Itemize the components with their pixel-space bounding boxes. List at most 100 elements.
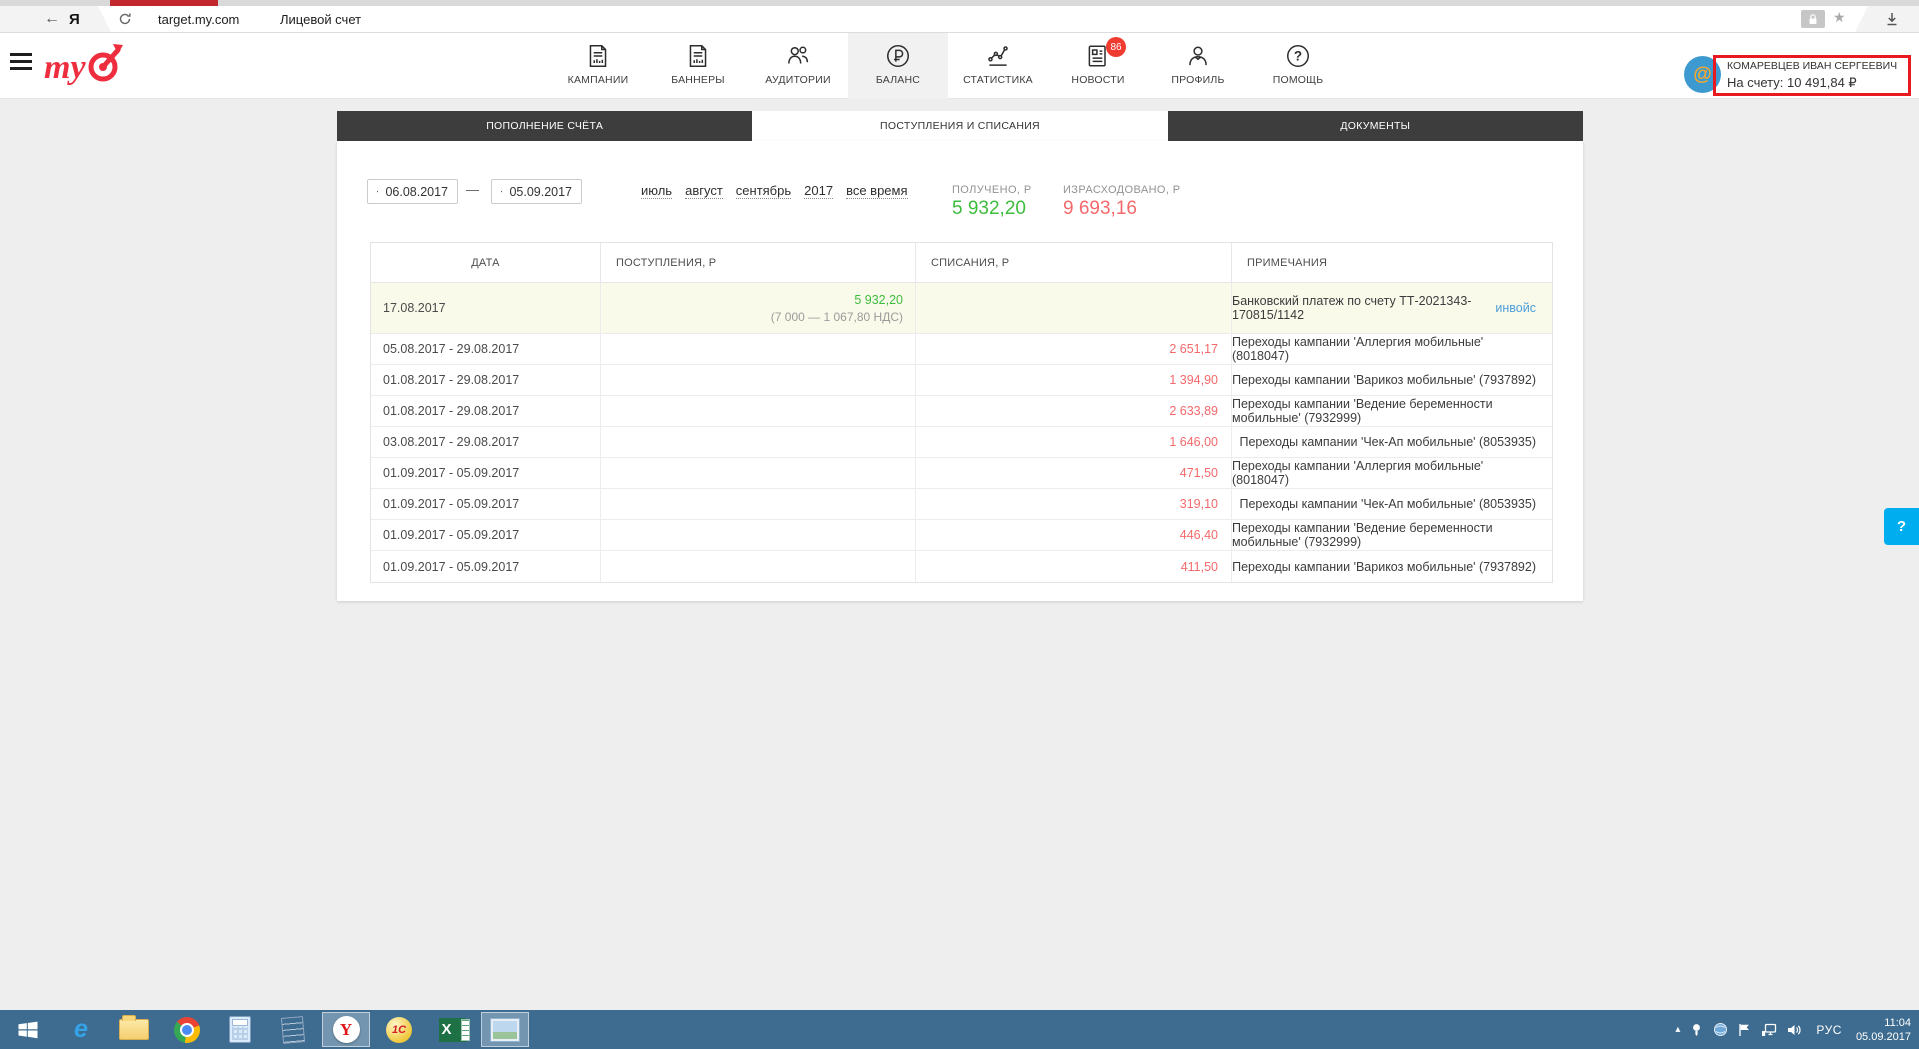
row-credit: 5 932,20 (7 000 — 1 067,80 НДС) — [601, 283, 916, 333]
nav-news[interactable]: 86 НОВОСТИ — [1048, 33, 1148, 99]
row-debit: 2 633,89 — [916, 396, 1232, 426]
notepad-icon — [280, 1015, 306, 1044]
taskbar-internet-explorer[interactable]: e — [57, 1012, 105, 1047]
row-debit: 2 651,17 — [916, 334, 1232, 364]
tray-expand-chevron-icon[interactable]: ▴ — [1675, 1024, 1680, 1035]
lock-icon — [1809, 13, 1817, 24]
nav-label: БАННЕРЫ — [671, 74, 725, 86]
row-date: 01.09.2017 - 05.09.2017 — [371, 458, 601, 488]
language-indicator[interactable]: РУС — [1816, 1023, 1842, 1037]
nav-help[interactable]: ? ПОМОЩЬ — [1248, 33, 1348, 99]
date-range-dash: — — [466, 182, 479, 197]
balance-tabs: ПОПОЛНЕНИЕ СЧЁТА ПОСТУПЛЕНИЯ И СПИСАНИЯ … — [337, 111, 1583, 141]
row-date: 17.08.2017 — [371, 283, 601, 333]
table-body: 17.08.2017 5 932,20 (7 000 — 1 067,80 НД… — [371, 283, 1552, 582]
taskbar-notepad[interactable] — [269, 1012, 317, 1047]
row-credit — [601, 458, 916, 488]
browser-address-bar: ← Я target.my.com Лицевой счет ★ — [0, 6, 1919, 33]
nav-banners[interactable]: БАННЕРЫ — [648, 33, 748, 99]
tray-flag-icon[interactable] — [1738, 1023, 1751, 1037]
omnibox[interactable] — [98, 6, 1868, 32]
spent-value: 9 693,16 — [1063, 198, 1137, 219]
nav-profile[interactable]: ПРОФИЛЬ — [1148, 33, 1248, 99]
period-all-time[interactable]: все время — [846, 183, 908, 199]
ruble-icon — [887, 45, 909, 67]
help-floating-button[interactable]: ? — [1884, 508, 1919, 545]
nav-statistics[interactable]: СТАТИСТИКА — [948, 33, 1048, 99]
table-row: 01.08.2017 - 29.08.2017 1 394,90 Переход… — [371, 365, 1552, 396]
note-text: Переходы кампании 'Аллергия мобильные' (… — [1232, 335, 1484, 363]
note-text: Переходы кампании 'Аллергия мобильные' (… — [1232, 459, 1484, 487]
row-debit: 411,50 — [916, 551, 1232, 582]
table-row: 01.08.2017 - 29.08.2017 2 633,89 Переход… — [371, 396, 1552, 427]
col-notes: ПРИМЕЧАНИЯ — [1247, 256, 1328, 269]
nav-campaigns[interactable]: КАМПАНИИ — [548, 33, 648, 99]
nav-audiences[interactable]: АУДИТОРИИ — [748, 33, 848, 99]
tab-documents[interactable]: ДОКУМЕНТЫ — [1167, 111, 1583, 141]
tray-pin-icon[interactable] — [1690, 1023, 1703, 1037]
document-icon — [589, 45, 607, 67]
url-text[interactable]: target.my.com — [158, 12, 239, 27]
row-credit — [601, 551, 916, 582]
svg-text:?: ? — [1294, 49, 1302, 64]
mytarget-logo[interactable]: my — [44, 38, 124, 99]
tab-income-expense[interactable]: ПОСТУПЛЕНИЯ И СПИСАНИЯ — [752, 111, 1168, 141]
nav-balance[interactable]: БАЛАНС — [848, 33, 948, 99]
tray-globe-icon[interactable] — [1713, 1022, 1728, 1037]
calendar-icon — [501, 190, 503, 193]
clock[interactable]: 11:04 05.09.2017 — [1856, 1016, 1911, 1044]
yandex-browser-icon: Y — [332, 1016, 360, 1043]
received-label: ПОЛУЧЕНО, Р — [952, 184, 1032, 196]
back-button[interactable]: ← — [44, 10, 60, 28]
row-credit — [601, 365, 916, 395]
quick-period-links: июль август сентябрь 2017 все время — [641, 183, 908, 199]
row-date: 01.09.2017 - 05.09.2017 — [371, 551, 601, 582]
yandex-browser-logo[interactable]: Я — [69, 11, 80, 28]
bookmark-star-icon[interactable]: ★ — [1833, 9, 1846, 26]
row-credit — [601, 520, 916, 550]
table-row: 01.09.2017 - 05.09.2017 471,50 Переходы … — [371, 458, 1552, 489]
security-lock-badge[interactable] — [1801, 10, 1825, 28]
calculator-icon — [229, 1016, 251, 1043]
col-credit: ПОСТУПЛЕНИЯ, Р — [601, 243, 916, 282]
invoice-link[interactable]: инвойс — [1495, 301, 1536, 315]
taskbar-yandex-browser[interactable]: Y — [322, 1012, 370, 1047]
start-button[interactable] — [4, 1012, 52, 1047]
row-note: Переходы кампании 'Варикоз мобильные' (7… — [1232, 551, 1550, 582]
taskbar-chrome[interactable] — [163, 1012, 211, 1047]
row-date: 03.08.2017 - 29.08.2017 — [371, 427, 601, 457]
row-debit — [916, 283, 1232, 333]
user-avatar[interactable]: @ — [1684, 56, 1721, 93]
user-name[interactable]: КОМАРЕВЦЕВ ИВАН СЕРГЕЕВИЧ — [1727, 60, 1897, 72]
period-year[interactable]: 2017 — [804, 183, 834, 199]
row-date: 01.09.2017 - 05.09.2017 — [371, 520, 601, 550]
downloads-button[interactable] — [1884, 11, 1900, 30]
note-text: Переходы кампании 'Варикоз мобильные' (7… — [1232, 559, 1536, 574]
row-note: Банковский платеж по счету ТТ-2021343-17… — [1232, 283, 1550, 333]
row-date: 01.08.2017 - 29.08.2017 — [371, 396, 601, 426]
row-credit — [601, 396, 916, 426]
question-icon: ? — [1287, 45, 1309, 67]
svg-text:my: my — [44, 49, 86, 86]
nav-label: НОВОСТИ — [1071, 74, 1125, 86]
period-august[interactable]: август — [685, 183, 723, 199]
hamburger-menu-button[interactable] — [10, 53, 32, 70]
tray-volume-icon[interactable] — [1787, 1023, 1802, 1037]
taskbar-file-explorer[interactable] — [110, 1012, 158, 1047]
taskbar-image-viewer[interactable] — [481, 1012, 529, 1047]
refresh-button[interactable] — [118, 12, 132, 29]
row-credit — [601, 334, 916, 364]
taskbar-excel[interactable]: X — [428, 1012, 476, 1047]
taskbar-1c[interactable]: 1С — [375, 1012, 423, 1047]
period-july[interactable]: июль — [641, 183, 673, 199]
row-note: Переходы кампании 'Чек-Ап мобильные' (80… — [1232, 427, 1550, 457]
tab-top-up[interactable]: ПОПОЛНЕНИЕ СЧЁТА — [337, 111, 753, 141]
windows-logo-icon — [18, 1021, 38, 1038]
tray-network-icon[interactable] — [1761, 1023, 1777, 1037]
date-from-input[interactable]: 06.08.2017 — [367, 179, 458, 204]
date-to-input[interactable]: 05.09.2017 — [491, 179, 582, 204]
taskbar-calculator[interactable] — [216, 1012, 264, 1047]
1c-icon: 1С — [386, 1016, 412, 1043]
period-september[interactable]: сентябрь — [735, 183, 792, 199]
table-row: 17.08.2017 5 932,20 (7 000 — 1 067,80 НД… — [371, 283, 1552, 334]
